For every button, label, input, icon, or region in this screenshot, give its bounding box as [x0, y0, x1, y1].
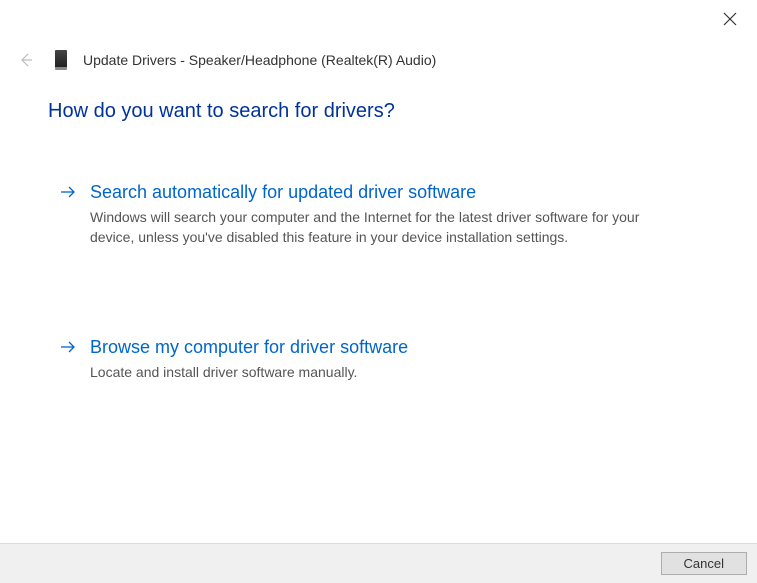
option-text: Browse my computer for driver software L… — [90, 336, 703, 383]
device-icon — [55, 50, 67, 70]
arrow-right-icon — [60, 340, 76, 356]
footer: Cancel — [0, 543, 757, 583]
option-browse-computer[interactable]: Browse my computer for driver software L… — [54, 326, 709, 393]
options-list: Search automatically for updated driver … — [54, 171, 709, 393]
header: Update Drivers - Speaker/Headphone (Real… — [0, 0, 757, 70]
option-description: Locate and install driver software manua… — [90, 363, 650, 383]
window-title: Update Drivers - Speaker/Headphone (Real… — [83, 52, 436, 68]
close-icon — [723, 12, 737, 26]
option-description: Windows will search your computer and th… — [90, 208, 650, 247]
content-area: How do you want to search for drivers? S… — [0, 70, 757, 393]
back-button[interactable] — [15, 50, 35, 70]
arrow-right-icon — [60, 185, 76, 201]
option-text: Search automatically for updated driver … — [90, 181, 703, 248]
option-search-automatically[interactable]: Search automatically for updated driver … — [54, 171, 709, 258]
page-heading: How do you want to search for drivers? — [48, 100, 709, 123]
back-arrow-icon — [17, 52, 33, 68]
close-button[interactable] — [723, 12, 739, 28]
cancel-button[interactable]: Cancel — [661, 552, 747, 575]
option-title: Browse my computer for driver software — [90, 336, 703, 359]
option-title: Search automatically for updated driver … — [90, 181, 703, 204]
